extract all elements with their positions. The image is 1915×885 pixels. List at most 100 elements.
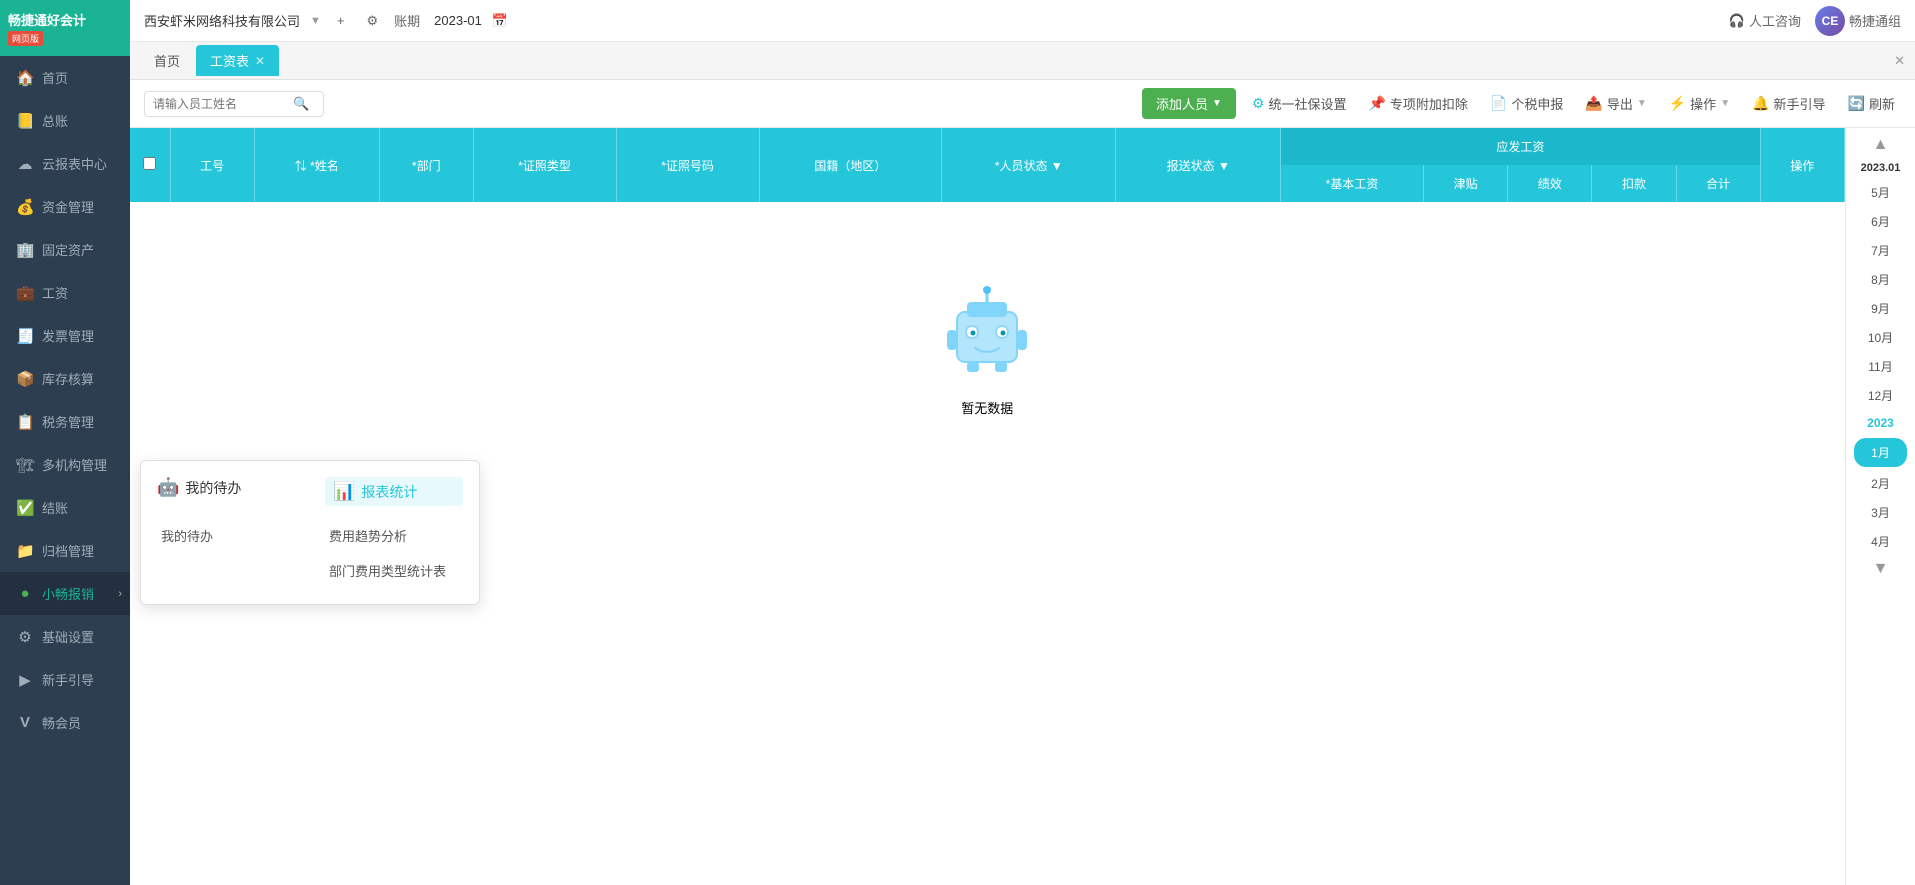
sidebar-label-inventory: 库存核算: [42, 369, 94, 388]
logo: 畅捷通好会计 网页版: [0, 0, 130, 56]
sidebar: 畅捷通好会计 网页版 🏠 首页 📒 总账 ☁ 云报表中心 💰 资金管理 🏢 固定…: [0, 0, 130, 885]
tab-salary-table[interactable]: 工资表 ✕: [196, 45, 279, 76]
table-body: 暂无数据: [130, 202, 1845, 497]
tab-home-label: 首页: [154, 51, 180, 70]
month-5[interactable]: 5月: [1846, 178, 1915, 207]
add-person-button[interactable]: 添加人员 ▼: [1142, 88, 1236, 119]
sidebar-item-fixed-assets[interactable]: 🏢 固定资产: [0, 228, 130, 271]
sidebar-item-home[interactable]: 🏠 首页: [0, 56, 130, 99]
sidebar-item-invoice[interactable]: 🧾 发票管理: [0, 314, 130, 357]
popup-item-dept-cost[interactable]: 部门费用类型统计表: [325, 553, 463, 588]
dropdown-arrow[interactable]: ▼: [310, 15, 321, 27]
month-12[interactable]: 12月: [1846, 381, 1915, 410]
new-guide-action[interactable]: 🔔 新手引导: [1746, 90, 1831, 117]
sidebar-item-tax[interactable]: 📋 税务管理: [0, 400, 130, 443]
export-action[interactable]: 📤 导出 ▼: [1579, 90, 1652, 117]
nav-up-button[interactable]: ▲: [1869, 132, 1893, 158]
search-box: 🔍: [144, 91, 324, 117]
operation-icon: ⚡: [1669, 95, 1686, 112]
month-8[interactable]: 8月: [1846, 265, 1915, 294]
tax-report-label: 个税申报: [1511, 94, 1563, 113]
sidebar-label-guide: 新手引导: [42, 670, 94, 689]
bonus-header: 津贴: [1424, 165, 1508, 202]
sidebar-item-cloud-report[interactable]: ☁ 云报表中心: [0, 142, 130, 185]
social-security-action[interactable]: ⚙ 统一社保设置: [1246, 90, 1353, 117]
select-all-checkbox[interactable]: [143, 157, 156, 170]
sidebar-item-archive[interactable]: 📁 归档管理: [0, 529, 130, 572]
sidebar-item-basic[interactable]: ⚙ 基础设置: [0, 615, 130, 658]
nationality-header: 国籍（地区）: [759, 128, 942, 202]
export-label: 导出: [1607, 94, 1633, 113]
sidebar-label-fund: 资金管理: [42, 197, 94, 216]
tab-close-button[interactable]: ✕: [255, 54, 265, 68]
checkbox-header[interactable]: [130, 128, 170, 202]
popup-row: 🤖 我的待办 我的待办 📊 报表统计 费用趋势分析 部门费用类型统计表: [157, 477, 463, 588]
popup-item-todo[interactable]: 我的待办: [157, 518, 295, 553]
settings-icon: ⚙: [16, 628, 34, 646]
tab-home[interactable]: 首页: [140, 45, 194, 76]
refresh-icon: 🔄: [1848, 95, 1865, 112]
popup-menu: 🤖 我的待办 我的待办 📊 报表统计 费用趋势分析 部门费用类型统计表: [140, 460, 480, 605]
filter-icon-status[interactable]: ▼: [1051, 159, 1063, 173]
nav-down-button[interactable]: ▼: [1869, 556, 1893, 582]
sidebar-label-invoice: 发票管理: [42, 326, 94, 345]
operation-label: 操作: [1690, 94, 1716, 113]
sidebar-label-xiaochang: 小畅报销: [42, 584, 94, 603]
period-label: 账期: [394, 11, 420, 30]
sort-icon[interactable]: ⇅: [295, 159, 307, 173]
popup-item-cost-trend[interactable]: 费用趋势分析: [325, 518, 463, 553]
month-7[interactable]: 7月: [1846, 236, 1915, 265]
toolbar: 🔍 添加人员 ▼ ⚙ 统一社保设置 📌 专项附加扣除 📄 个税申报: [130, 80, 1915, 128]
user-info[interactable]: CE 畅捷通组: [1815, 6, 1901, 36]
ledger-icon: 📒: [16, 112, 34, 130]
filter-icon-send[interactable]: ▼: [1218, 159, 1230, 173]
sidebar-item-vip[interactable]: V 畅会员: [0, 701, 130, 744]
sidebar-label-settle: 结账: [42, 498, 68, 517]
todo-icon: 🤖: [157, 477, 179, 498]
xiaochang-icon: ●: [16, 585, 34, 602]
month-10[interactable]: 10月: [1846, 323, 1915, 352]
invoice-icon: 🧾: [16, 327, 34, 345]
number-header: 工号: [170, 128, 254, 202]
sidebar-item-inventory[interactable]: 📦 库存核算: [0, 357, 130, 400]
refresh-action[interactable]: 🔄 刷新: [1842, 90, 1901, 117]
empty-cell: 暂无数据: [130, 202, 1845, 497]
month-9[interactable]: 9月: [1846, 294, 1915, 323]
special-deduction-action[interactable]: 📌 专项附加扣除: [1362, 90, 1473, 117]
add-company-button[interactable]: +: [331, 11, 351, 30]
customer-service[interactable]: 🎧 人工咨询: [1729, 11, 1801, 30]
sidebar-item-salary[interactable]: 💼 工资: [0, 271, 130, 314]
tab-close-all[interactable]: ✕: [1894, 53, 1905, 69]
empty-illustration: [937, 282, 1037, 382]
export-icon: 📤: [1585, 95, 1602, 112]
sidebar-item-xiaochang[interactable]: ● 小畅报销 ›: [0, 572, 130, 615]
sidebar-item-multi-org[interactable]: 🏗 多机构管理: [0, 443, 130, 486]
month-4[interactable]: 4月: [1846, 527, 1915, 556]
search-input[interactable]: [153, 97, 293, 111]
cloud-icon: ☁: [16, 155, 34, 173]
inventory-icon: 📦: [16, 370, 34, 388]
sidebar-label-multi-org: 多机构管理: [42, 455, 107, 474]
sidebar-label-vip: 畅会员: [42, 713, 81, 732]
sidebar-label-tax: 税务管理: [42, 412, 94, 431]
current-period-label: 2023.01: [1861, 158, 1901, 178]
sidebar-item-guide[interactable]: ▶ 新手引导: [0, 658, 130, 701]
sidebar-label-ledger: 总账: [42, 111, 68, 130]
settle-icon: ✅: [16, 499, 34, 517]
month-3[interactable]: 3月: [1846, 498, 1915, 527]
sidebar-item-settle[interactable]: ✅ 结账: [0, 486, 130, 529]
tax-report-action[interactable]: 📄 个税申报: [1484, 90, 1569, 117]
sidebar-item-fund[interactable]: 💰 资金管理: [0, 185, 130, 228]
month-1-active[interactable]: 1月: [1854, 438, 1907, 467]
month-6[interactable]: 6月: [1846, 207, 1915, 236]
calendar-icon[interactable]: 📅: [492, 13, 508, 29]
month-11[interactable]: 11月: [1846, 352, 1915, 381]
operation-action[interactable]: ⚡ 操作 ▼: [1663, 90, 1736, 117]
popup-col2-label: 报表统计: [361, 482, 417, 502]
close-all-icon[interactable]: ✕: [1894, 53, 1905, 68]
sidebar-item-ledger[interactable]: 📒 总账: [0, 99, 130, 142]
op-arrow: ▼: [1720, 98, 1730, 109]
settings-button[interactable]: ⚙: [361, 11, 385, 31]
month-2[interactable]: 2月: [1846, 469, 1915, 498]
social-security-icon: ⚙: [1252, 95, 1265, 112]
